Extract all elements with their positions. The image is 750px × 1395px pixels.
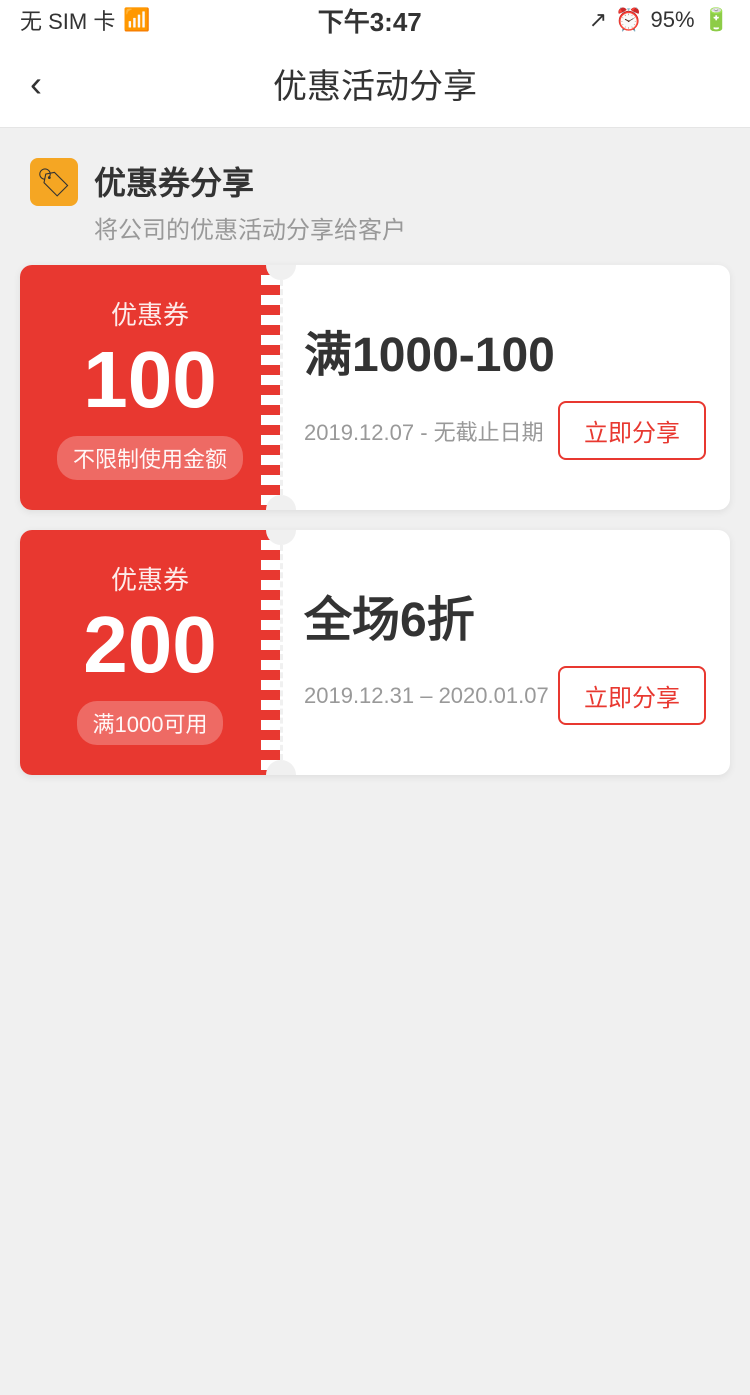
- page-title: 优惠活动分享: [273, 59, 477, 108]
- coupon-amount-1: 100: [83, 340, 216, 420]
- coupon-right-1: 满1000-100 2019.12.07 - 无截止日期 立即分享: [280, 265, 730, 510]
- coupon-title-2: 全场6折: [304, 580, 706, 650]
- coupon-title-1: 满1000-100: [304, 315, 706, 385]
- status-right: ↗ ⏰ 95% 🔋: [589, 7, 730, 33]
- location-icon: ↗: [589, 7, 607, 33]
- section-text: 优惠券分享 将公司的优惠活动分享给客户: [94, 158, 406, 245]
- coupon-card: 优惠券 100 不限制使用金额 满1000-100 2019.12.07 - 无…: [20, 265, 730, 510]
- status-left: 无 SIM 卡 📶: [20, 4, 151, 36]
- coupon-date-2: 2019.12.31 – 2020.01.07: [304, 683, 558, 709]
- coupon-amount-2: 200: [83, 605, 216, 685]
- coupon-right-2: 全场6折 2019.12.31 – 2020.01.07 立即分享: [280, 530, 730, 775]
- share-button-2[interactable]: 立即分享: [558, 666, 706, 725]
- status-bar: 无 SIM 卡 📶 下午3:47 ↗ ⏰ 95% 🔋: [0, 0, 750, 40]
- coupon-condition-1: 不限制使用金额: [57, 436, 243, 480]
- coupon-condition-2: 满1000可用: [77, 701, 224, 745]
- share-button-1[interactable]: 立即分享: [558, 401, 706, 460]
- coupon-bottom-row-1: 2019.12.07 - 无截止日期 立即分享: [304, 401, 706, 460]
- section-header: 🏷 优惠券分享 将公司的优惠活动分享给客户: [0, 128, 750, 265]
- no-sim-text: 无 SIM 卡: [20, 4, 115, 36]
- coupon-label-2: 优惠券: [111, 560, 189, 597]
- section-icon: 🏷: [30, 158, 78, 206]
- coupon-label-1: 优惠券: [111, 295, 189, 332]
- back-button[interactable]: ‹: [30, 63, 42, 105]
- battery-text: 95%: [651, 7, 695, 33]
- nav-bar: ‹ 优惠活动分享: [0, 40, 750, 128]
- wifi-icon: 📶: [123, 7, 150, 33]
- coupon-bottom-row-2: 2019.12.31 – 2020.01.07 立即分享: [304, 666, 706, 725]
- alarm-icon: ⏰: [615, 7, 642, 33]
- section-title: 优惠券分享: [94, 158, 406, 204]
- battery-icon: 🔋: [703, 7, 730, 33]
- section-subtitle: 将公司的优惠活动分享给客户: [94, 210, 406, 245]
- status-time: 下午3:47: [318, 2, 422, 39]
- coupon-card-2: 优惠券 200 满1000可用 全场6折 2019.12.31 – 2020.0…: [20, 530, 730, 775]
- coupon-left-2: 优惠券 200 满1000可用: [20, 530, 280, 775]
- coupon-date-1: 2019.12.07 - 无截止日期: [304, 415, 558, 447]
- bottom-empty-area: [0, 795, 750, 1395]
- coupon-list: 优惠券 100 不限制使用金额 满1000-100 2019.12.07 - 无…: [0, 265, 750, 795]
- coupon-left-1: 优惠券 100 不限制使用金额: [20, 265, 280, 510]
